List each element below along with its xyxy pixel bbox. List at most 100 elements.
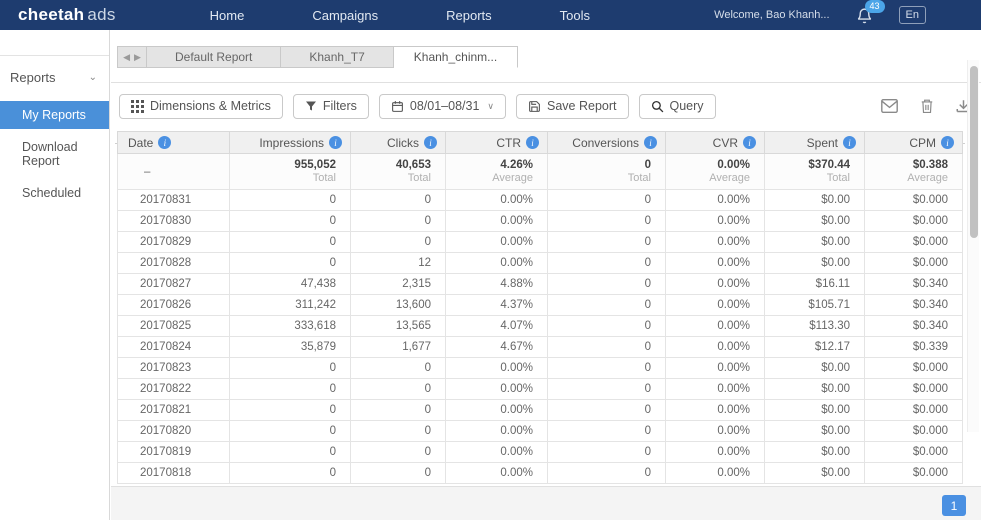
conversions-cell: 0	[547, 252, 666, 274]
tab-scroll-arrows[interactable]: ◀ ▶	[117, 46, 147, 68]
spent-cell: $0.00	[764, 399, 865, 421]
info-icon[interactable]: i	[644, 136, 657, 149]
main-content: ◀ ▶ Default Report Khanh_T7 Khanh_chinm.…	[111, 30, 981, 520]
tab-scroll-left-icon[interactable]: ◀	[123, 52, 130, 63]
notifications-button[interactable]: 43	[856, 0, 885, 24]
tab-khanh-t7[interactable]: Khanh_T7	[281, 46, 394, 68]
date-range-button[interactable]: 08/01–08/31 ∨	[378, 93, 507, 119]
impressions-cell: 0	[229, 462, 351, 484]
dimensions-metrics-button[interactable]: Dimensions & Metrics	[119, 93, 283, 119]
save-report-button[interactable]: Save Report	[516, 93, 629, 119]
total-value: $0.388	[912, 159, 948, 171]
conversions-cell: 0	[547, 273, 666, 295]
info-icon[interactable]: i	[843, 136, 856, 149]
column-label: CTR	[496, 135, 521, 150]
nav-item-reports[interactable]: Reports	[412, 8, 526, 23]
column-header-cvr[interactable]: CVR i	[665, 131, 765, 154]
clicks-cell: 0	[350, 420, 446, 442]
sidebar-item-download-report[interactable]: Download Report	[0, 133, 109, 175]
sidebar-item-my-reports[interactable]: My Reports	[0, 101, 109, 129]
column-header-conversions[interactable]: Conversions i	[547, 131, 666, 154]
nav-item-home[interactable]: Home	[176, 8, 279, 23]
column-header-impressions[interactable]: Impressions i	[229, 131, 351, 154]
column-header-clicks[interactable]: Clicks i	[350, 131, 446, 154]
mail-icon[interactable]	[881, 99, 898, 113]
ctr-cell: 4.37%	[445, 294, 548, 316]
ctr-cell: 0.00%	[445, 462, 548, 484]
chevron-down-icon: ∨	[487, 100, 495, 111]
cvr-cell: 0.00%	[665, 189, 765, 211]
info-icon[interactable]: i	[158, 136, 172, 149]
info-icon[interactable]: i	[743, 136, 756, 149]
cpm-cell: $0.000	[864, 378, 963, 400]
filters-button[interactable]: Filters	[292, 93, 369, 119]
pagination-page-1[interactable]: 1	[942, 495, 966, 516]
column-header-date[interactable]: Date i	[117, 131, 230, 154]
total-value: 0.00%	[717, 159, 750, 171]
table-row: 20170825 333,618 13,565 4.07% 0 0.00% $1…	[117, 315, 963, 337]
tab-khanh-chinm[interactable]: Khanh_chinm...	[393, 46, 519, 68]
table-row: 20170820 0 0 0.00% 0 0.00% $0.00 $0.000	[117, 420, 963, 442]
tab-default-report[interactable]: Default Report	[147, 46, 282, 68]
column-header-ctr[interactable]: CTR i	[445, 131, 548, 154]
info-icon[interactable]: i	[329, 136, 342, 149]
table-row: 20170831 0 0 0.00% 0 0.00% $0.00 $0.000	[117, 189, 963, 211]
info-icon[interactable]: i	[526, 136, 539, 149]
tab-scroll-right-icon[interactable]: ▶	[134, 52, 141, 63]
impressions-cell: 333,618	[229, 315, 351, 337]
table-row: 20170824 35,879 1,677 4.67% 0 0.00% $12.…	[117, 336, 963, 358]
date-cell: 20170829	[117, 231, 230, 253]
query-button[interactable]: Query	[638, 93, 716, 119]
column-label: Conversions	[572, 135, 639, 150]
total-cell: 40,653 Total	[350, 153, 446, 190]
total-sub-label: Total	[312, 172, 336, 184]
scrollbar-thumb[interactable]	[970, 66, 978, 238]
column-header-cpm[interactable]: CPM i	[864, 131, 963, 154]
cpm-cell: $0.000	[864, 357, 963, 379]
conversions-cell: 0	[547, 210, 666, 232]
date-cell: 20170825	[117, 315, 230, 337]
ctr-cell: 0.00%	[445, 378, 548, 400]
search-icon	[651, 100, 663, 112]
table-scrollbar[interactable]	[967, 60, 979, 432]
date-cell: 20170827	[117, 273, 230, 295]
impressions-cell: 0	[229, 210, 351, 232]
table-row: 20170819 0 0 0.00% 0 0.00% $0.00 $0.000	[117, 441, 963, 463]
notification-badge: 43	[864, 0, 885, 13]
total-value: 40,653	[395, 159, 431, 171]
language-selector[interactable]: En	[898, 6, 926, 24]
conversions-cell: 0	[547, 462, 666, 484]
info-icon[interactable]: i	[941, 136, 954, 149]
cpm-cell: $0.000	[864, 189, 963, 211]
total-sub-label: Total	[826, 172, 850, 184]
table-row: 20170826 311,242 13,600 4.37% 0 0.00% $1…	[117, 294, 963, 316]
cvr-cell: 0.00%	[665, 336, 765, 358]
cpm-cell: $0.340	[864, 273, 963, 295]
ctr-cell: 0.00%	[445, 210, 548, 232]
info-icon[interactable]: i	[424, 136, 437, 149]
sidebar-group-reports[interactable]: Reports ⌄	[0, 70, 109, 85]
navbar-right: Welcome, Bao Khanh... 43 En	[714, 0, 926, 24]
nav-item-tools[interactable]: Tools	[526, 8, 624, 23]
clicks-cell: 13,600	[350, 294, 446, 316]
top-navbar: cheetah ads Home Campaigns Reports Tools …	[0, 0, 981, 30]
app-logo[interactable]: cheetah ads	[18, 5, 116, 25]
nav-item-campaigns[interactable]: Campaigns	[278, 8, 412, 23]
welcome-user[interactable]: Welcome, Bao Khanh...	[714, 9, 829, 21]
table-header-row: Date i Impressions i Clicks i CTR i Conversi…	[117, 131, 963, 154]
cvr-cell: 0.00%	[665, 378, 765, 400]
sidebar-item-scheduled[interactable]: Scheduled	[0, 179, 109, 207]
impressions-cell: 0	[229, 399, 351, 421]
logo-bold: cheetah	[18, 5, 85, 24]
column-header-spent[interactable]: Spent i	[764, 131, 865, 154]
table-row: 20170823 0 0 0.00% 0 0.00% $0.00 $0.000	[117, 357, 963, 379]
filter-icon	[305, 101, 316, 111]
date-cell: 20170828	[117, 252, 230, 274]
clicks-cell: 0	[350, 399, 446, 421]
sidebar-group-label: Reports	[10, 70, 56, 85]
date-range-label: 08/01–08/31	[409, 99, 480, 113]
clicks-cell: 0	[350, 357, 446, 379]
clicks-cell: 0	[350, 231, 446, 253]
trash-icon[interactable]	[920, 98, 934, 114]
spent-cell: $16.11	[764, 273, 865, 295]
